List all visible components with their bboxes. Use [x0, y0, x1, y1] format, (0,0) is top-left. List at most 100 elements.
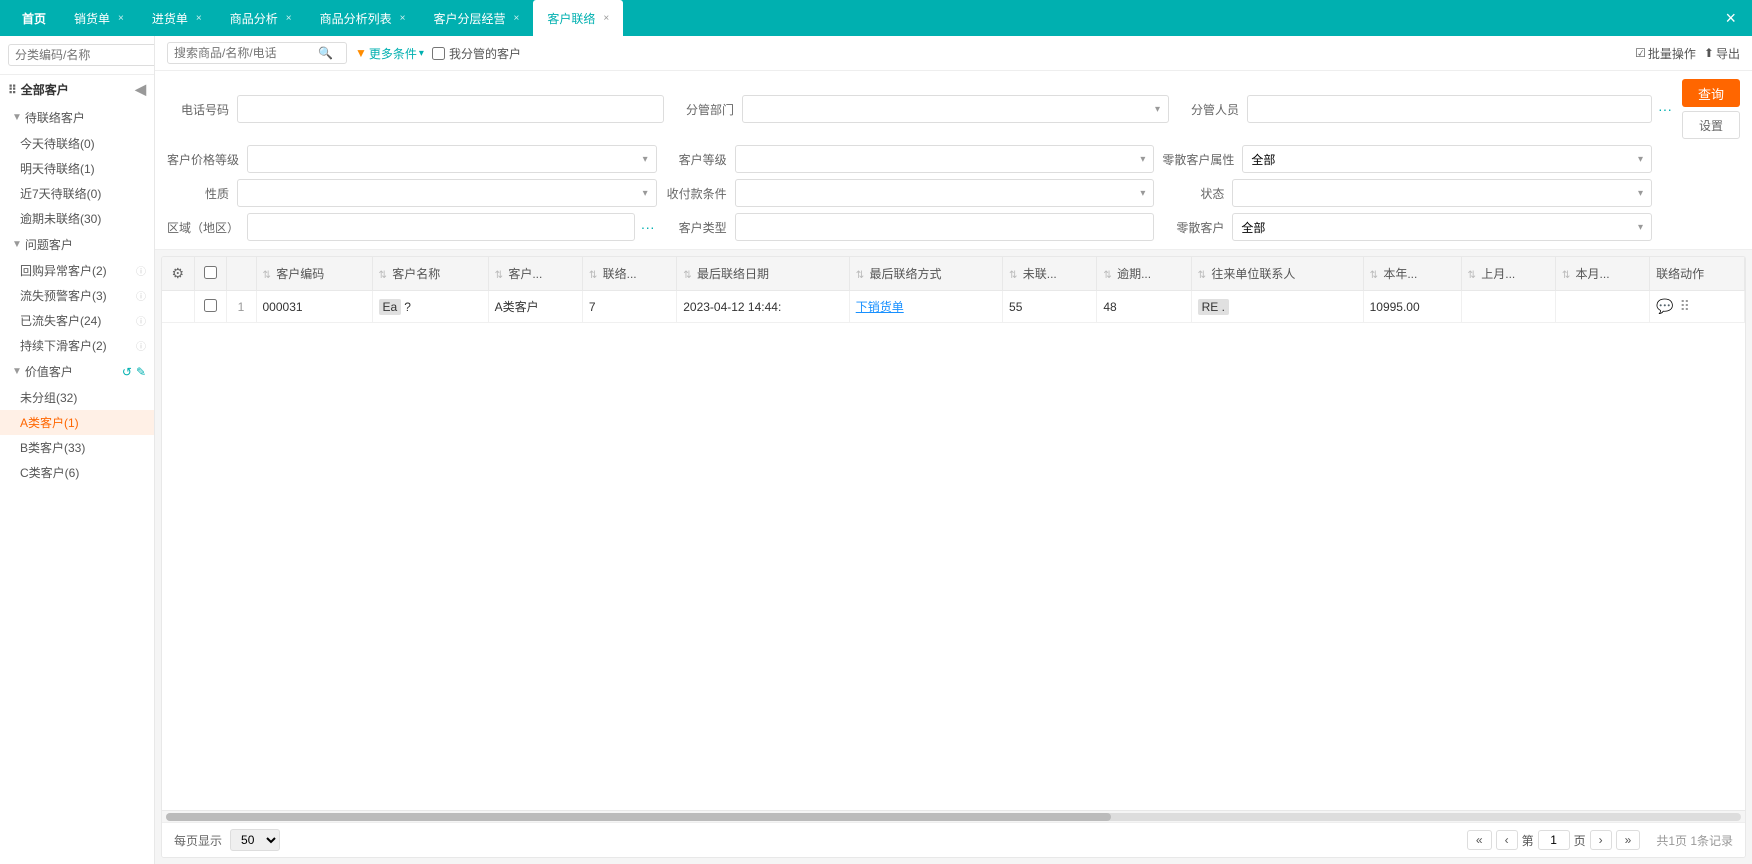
sidebar-item-7days-pending[interactable]: 近7天待联络(0) — [0, 181, 154, 206]
per-page-select[interactable]: 50 100 200 — [230, 829, 280, 851]
col-settings[interactable]: ⚙ — [162, 257, 194, 291]
message-action-icon[interactable]: 💬 — [1656, 298, 1673, 315]
query-button[interactable]: 查询 — [1682, 79, 1740, 107]
last-page-button[interactable]: » — [1616, 830, 1641, 850]
collapse-sidebar-icon[interactable]: ◀ — [135, 81, 146, 98]
settings-button[interactable]: 设置 — [1682, 111, 1740, 139]
row-select-checkbox[interactable] — [204, 299, 217, 312]
row-actions: 💬 ⠿ — [1650, 291, 1745, 323]
scrollbar-track[interactable] — [166, 813, 1741, 821]
select-customer-grade[interactable]: ▾ — [735, 145, 1155, 173]
horizontal-scrollbar[interactable] — [162, 810, 1745, 822]
next-page-button[interactable]: › — [1590, 830, 1612, 850]
table-scroll[interactable]: ⚙ ⇅ 客户编码 ⇅ 客户名 — [162, 257, 1745, 810]
qr-action-icon[interactable]: ⠿ — [1680, 298, 1690, 315]
col-this-month[interactable]: ⇅ 本月... — [1555, 257, 1649, 291]
tab-home[interactable]: 首页 — [8, 0, 60, 36]
sidebar-item-repurchase-anomaly[interactable]: 回购异常客户(2) ⓘ — [0, 258, 154, 283]
tab-product-analysis-list[interactable]: 商品分析列表 × — [306, 0, 420, 36]
close-customer-contact-icon[interactable]: × — [603, 13, 609, 24]
filter-dept: 分管部门 ▾ — [672, 95, 1169, 123]
batch-operation-button[interactable]: ☑ 批量操作 — [1635, 45, 1696, 62]
my-customers-checkbox[interactable] — [432, 47, 445, 60]
arrow-icon: ▼ — [12, 112, 22, 123]
chevron-nature-icon: ▾ — [643, 188, 648, 199]
select-retail-customer[interactable]: 全部 ▾ — [1232, 213, 1652, 241]
close-customer-tier-icon[interactable]: × — [513, 13, 519, 24]
export-button[interactable]: ⬆ 导出 — [1704, 45, 1740, 62]
last-contact-link[interactable]: 下销货单 — [856, 300, 904, 314]
close-all-button[interactable]: × — [1717, 8, 1744, 29]
close-sales-order-icon[interactable]: × — [118, 13, 124, 24]
label-price-grade: 客户价格等级 — [167, 151, 247, 168]
filter-retail-customer: 零散客户 全部 ▾ — [1162, 213, 1652, 241]
sidebar-item-class-a[interactable]: A类客户(1) — [0, 410, 154, 435]
sidebar-group-problem-customers[interactable]: ▼ 问题客户 — [0, 231, 154, 258]
edit-icon[interactable]: ✎ — [136, 365, 146, 379]
main-layout: 🔍 ⠿ 全部客户 ◀ ▼ 待联络客户 今天待联络(0) 明天待联络(1) 近7天… — [0, 36, 1752, 864]
sidebar-all-customers[interactable]: ⠿ 全部客户 ◀ — [0, 75, 154, 104]
select-nature[interactable]: ▾ — [237, 179, 657, 207]
col-last-contact-date[interactable]: ⇅ 最后联络日期 — [677, 257, 849, 291]
select-payment[interactable]: ▾ — [735, 179, 1155, 207]
col-contact-person[interactable]: ⇅ 往来单位联系人 — [1191, 257, 1363, 291]
sidebar-item-class-b[interactable]: B类客户(33) — [0, 435, 154, 460]
row-this-month — [1555, 291, 1649, 323]
label-status: 状态 — [1162, 185, 1232, 202]
tab-product-analysis[interactable]: 商品分析 × — [216, 0, 306, 36]
sidebar-item-tomorrow-pending[interactable]: 明天待联络(1) — [0, 156, 154, 181]
row-contact-count: 7 — [582, 291, 676, 323]
sidebar-item-today-pending[interactable]: 今天待联络(0) — [0, 131, 154, 156]
col-overdue[interactable]: ⇅ 逾期... — [1097, 257, 1191, 291]
sidebar-item-overdue-contact[interactable]: 逾期未联络(30) — [0, 206, 154, 231]
sidebar-item-churn-warning[interactable]: 流失预警客户(3) ⓘ — [0, 283, 154, 308]
select-all-checkbox[interactable] — [204, 266, 217, 279]
input-customer-type[interactable] — [735, 213, 1155, 241]
input-region[interactable] — [247, 213, 635, 241]
input-phone[interactable] — [237, 95, 664, 123]
select-status[interactable]: ▾ — [1232, 179, 1652, 207]
close-product-analysis-icon[interactable]: × — [286, 13, 292, 24]
page-number-input[interactable] — [1538, 830, 1570, 850]
select-dept[interactable]: ▾ — [742, 95, 1169, 123]
region-dots-button[interactable]: ··· — [639, 219, 657, 235]
manager-dots-button[interactable]: ··· — [1656, 101, 1674, 117]
sort-icon: ⇅ — [589, 270, 597, 281]
tab-purchase-order[interactable]: 进货单 × — [138, 0, 216, 36]
col-customer-name[interactable]: ⇅ 客户名称 — [372, 257, 488, 291]
col-last-month[interactable]: ⇅ 上月... — [1461, 257, 1555, 291]
scrollbar-thumb[interactable] — [166, 813, 1111, 821]
input-manager[interactable] — [1247, 95, 1652, 123]
sidebar-item-churned[interactable]: 已流失客户(24) ⓘ — [0, 308, 154, 333]
col-customer-type[interactable]: ⇅ 客户... — [488, 257, 582, 291]
close-purchase-order-icon[interactable]: × — [196, 13, 202, 24]
my-customers-checkbox-label[interactable]: 我分管的客户 — [432, 45, 521, 62]
first-page-button[interactable]: « — [1467, 830, 1492, 850]
label-payment: 收付款条件 — [665, 185, 735, 202]
select-price-grade[interactable]: ▾ — [247, 145, 657, 173]
row-settings — [162, 291, 194, 323]
col-uncontacted[interactable]: ⇅ 未联... — [1003, 257, 1097, 291]
close-product-analysis-list-icon[interactable]: × — [400, 13, 406, 24]
prev-page-button[interactable]: ‹ — [1496, 830, 1518, 850]
sidebar-item-class-c[interactable]: C类客户(6) — [0, 460, 154, 485]
tab-sales-order[interactable]: 销货单 × — [60, 0, 138, 36]
sidebar-group-pending-contact[interactable]: ▼ 待联络客户 — [0, 104, 154, 131]
col-last-contact-method[interactable]: ⇅ 最后联络方式 — [849, 257, 1002, 291]
more-conditions-button[interactable]: ▼ 更多条件 ▾ — [355, 45, 424, 62]
tab-customer-tier[interactable]: 客户分层经营 × — [419, 0, 533, 36]
refresh-icon[interactable]: ↺ — [122, 365, 132, 379]
tab-customer-contact[interactable]: 客户联络 × — [533, 0, 623, 36]
sidebar-search-input[interactable] — [8, 44, 155, 66]
filter-search-icon[interactable]: 🔍 — [318, 46, 333, 60]
sidebar-group-value-customers[interactable]: ▼ 价值客户 ↺ ✎ — [0, 358, 154, 385]
col-this-year[interactable]: ⇅ 本年... — [1363, 257, 1461, 291]
customer-name-badge: Ea — [379, 299, 402, 315]
filter-search-input[interactable] — [174, 46, 314, 60]
col-customer-code[interactable]: ⇅ 客户编码 — [256, 257, 372, 291]
table-settings-icon[interactable]: ⚙ — [171, 265, 184, 281]
select-retail-attr[interactable]: 全部 ▾ — [1242, 145, 1652, 173]
sidebar-item-ungrouped[interactable]: 未分组(32) — [0, 385, 154, 410]
sidebar-item-declining[interactable]: 持续下滑客户(2) ⓘ — [0, 333, 154, 358]
col-contact-count[interactable]: ⇅ 联络... — [582, 257, 676, 291]
